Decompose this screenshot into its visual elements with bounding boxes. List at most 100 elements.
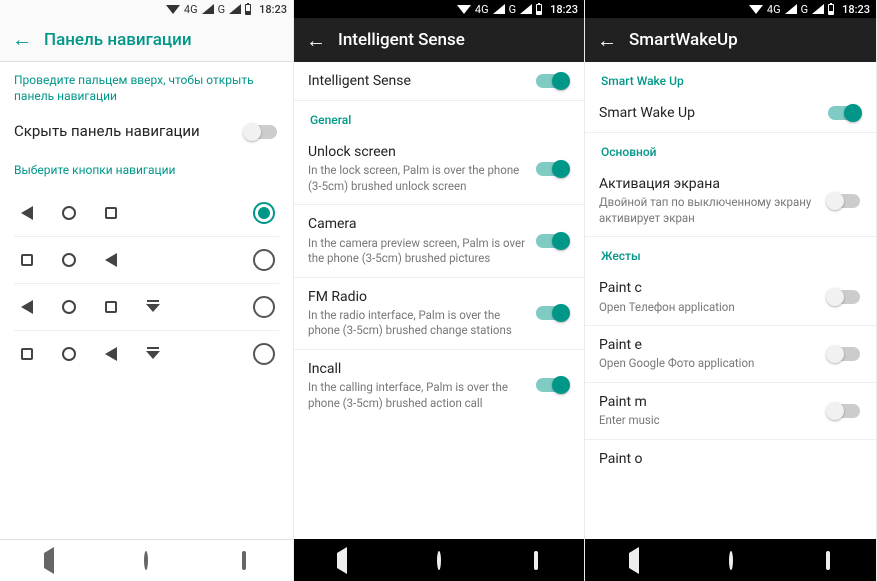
item-sub: In the camera preview screen, Palm is ov… <box>308 236 526 267</box>
item-switch[interactable] <box>536 162 568 176</box>
recent-key-icon <box>105 207 117 219</box>
status-bar: 4G G 18:23 <box>585 0 876 18</box>
system-navbar <box>294 539 584 581</box>
row-intelligent-sense-master[interactable]: Intelligent Sense <box>294 62 584 100</box>
item-switch[interactable] <box>536 234 568 248</box>
back-button[interactable]: ← <box>294 28 338 53</box>
radio-unselected[interactable] <box>253 343 275 365</box>
home-key-icon <box>62 300 76 314</box>
nav-recent[interactable] <box>808 553 848 568</box>
app-bar: ← Панель навигации <box>0 18 293 62</box>
back-button[interactable]: ← <box>0 27 44 52</box>
status-bar: 4G G 18:23 <box>294 0 584 18</box>
row-hide-navbar[interactable]: Скрыть панель навигации <box>0 112 293 152</box>
net-label: 4G <box>184 3 198 16</box>
item-switch[interactable] <box>828 194 860 208</box>
row-paint-c[interactable]: Paint c Open Телефон application <box>585 269 876 325</box>
nav-back[interactable] <box>29 553 69 568</box>
nav-layout-options <box>0 186 293 381</box>
master-switch[interactable] <box>828 106 860 120</box>
home-key-icon <box>62 206 76 220</box>
nav-home[interactable] <box>126 553 166 568</box>
item-title: Unlock screen <box>308 143 526 161</box>
net-g: G <box>801 3 809 16</box>
nav-recent[interactable] <box>516 553 556 568</box>
wifi-icon <box>457 5 471 14</box>
signal-icon <box>812 4 824 14</box>
section-general: General <box>294 101 584 133</box>
item-title: FM Radio <box>308 288 526 306</box>
signal-icon <box>202 4 214 14</box>
pulldown-key-icon <box>146 347 160 361</box>
hint-select-buttons: Выберите кнопки навигации <box>0 152 293 186</box>
master-label: Smart Wake Up <box>599 104 818 122</box>
item-switch[interactable] <box>828 347 860 361</box>
row-smart-wakeup-master[interactable]: Smart Wake Up <box>585 94 876 132</box>
item-switch[interactable] <box>536 378 568 392</box>
back-key-icon <box>21 206 33 220</box>
net-label: 4G <box>475 3 489 16</box>
recent-key-icon <box>21 254 33 266</box>
system-navbar <box>0 539 293 581</box>
nav-layout-option[interactable] <box>14 237 279 284</box>
row-camera[interactable]: Camera In the camera preview screen, Pal… <box>294 205 584 276</box>
radio-unselected[interactable] <box>253 296 275 318</box>
master-switch[interactable] <box>536 74 568 88</box>
net-g: G <box>509 3 517 16</box>
nav-home[interactable] <box>419 553 459 568</box>
signal-icon <box>229 4 241 14</box>
row-paint-e[interactable]: Paint e Open Google Фото application <box>585 326 876 382</box>
wifi-icon <box>166 5 180 14</box>
row-screen-activation[interactable]: Активация экрана Двойной тап по выключен… <box>585 165 876 236</box>
section-smart-wakeup: Smart Wake Up <box>585 62 876 94</box>
nav-layout-option[interactable] <box>14 331 279 377</box>
status-clock: 18:23 <box>842 3 870 16</box>
home-key-icon <box>62 253 76 267</box>
row-unlock-screen[interactable]: Unlock screen In the lock screen, Palm i… <box>294 133 584 204</box>
home-key-icon <box>62 347 76 361</box>
item-sub: Двойной тап по выключенному экрану актив… <box>599 195 818 226</box>
nav-recent[interactable] <box>224 553 264 568</box>
radio-selected[interactable] <box>253 202 275 224</box>
nav-back[interactable] <box>614 553 654 568</box>
radio-unselected[interactable] <box>253 249 275 271</box>
nav-home[interactable] <box>711 553 751 568</box>
panel-intelligent-sense: 4G G 18:23 ← Intelligent Sense Intellige… <box>294 0 585 581</box>
item-title: Paint m <box>599 393 818 411</box>
nav-layout-option[interactable] <box>14 190 279 237</box>
hide-navbar-switch[interactable] <box>245 125 277 139</box>
status-clock: 18:23 <box>550 3 578 16</box>
pulldown-key-icon <box>146 300 160 314</box>
signal-icon <box>785 4 797 14</box>
section-gestures: Жесты <box>585 237 876 269</box>
item-sub: Open Google Фото application <box>599 356 818 372</box>
row-paint-o[interactable]: Paint o <box>585 440 876 470</box>
panel-navigation: 4G G 18:23 ← Панель навигации Проведите … <box>0 0 294 581</box>
item-switch[interactable] <box>536 306 568 320</box>
content-area: Intelligent Sense General Unlock screen … <box>294 62 584 539</box>
row-fm-radio[interactable]: FM Radio In the radio interface, Palm is… <box>294 278 584 349</box>
back-button[interactable]: ← <box>585 28 629 53</box>
wifi-icon <box>749 5 763 14</box>
back-key-icon <box>105 347 117 361</box>
battery-icon <box>245 4 251 15</box>
panel-smart-wakeup: 4G G 18:23 ← SmartWakeUp Smart Wake Up S… <box>585 0 877 581</box>
nav-layout-option[interactable] <box>14 284 279 331</box>
battery-icon <box>536 4 542 15</box>
status-bar: 4G G 18:23 <box>0 0 293 18</box>
section-main: Основной <box>585 133 876 165</box>
item-switch[interactable] <box>828 290 860 304</box>
page-title: SmartWakeUp <box>629 30 738 50</box>
item-switch[interactable] <box>828 404 860 418</box>
item-title: Paint o <box>599 450 860 468</box>
item-sub: In the radio interface, Palm is over the… <box>308 308 526 339</box>
battery-icon <box>828 4 834 15</box>
master-label: Intelligent Sense <box>308 72 526 90</box>
row-incall[interactable]: Incall In the calling interface, Palm is… <box>294 350 584 421</box>
item-title: Camera <box>308 215 526 233</box>
item-title: Активация экрана <box>599 175 818 193</box>
nav-back[interactable] <box>322 553 362 568</box>
back-key-icon <box>105 253 117 267</box>
net-label: 4G <box>767 3 781 16</box>
row-paint-m[interactable]: Paint m Enter music <box>585 383 876 439</box>
